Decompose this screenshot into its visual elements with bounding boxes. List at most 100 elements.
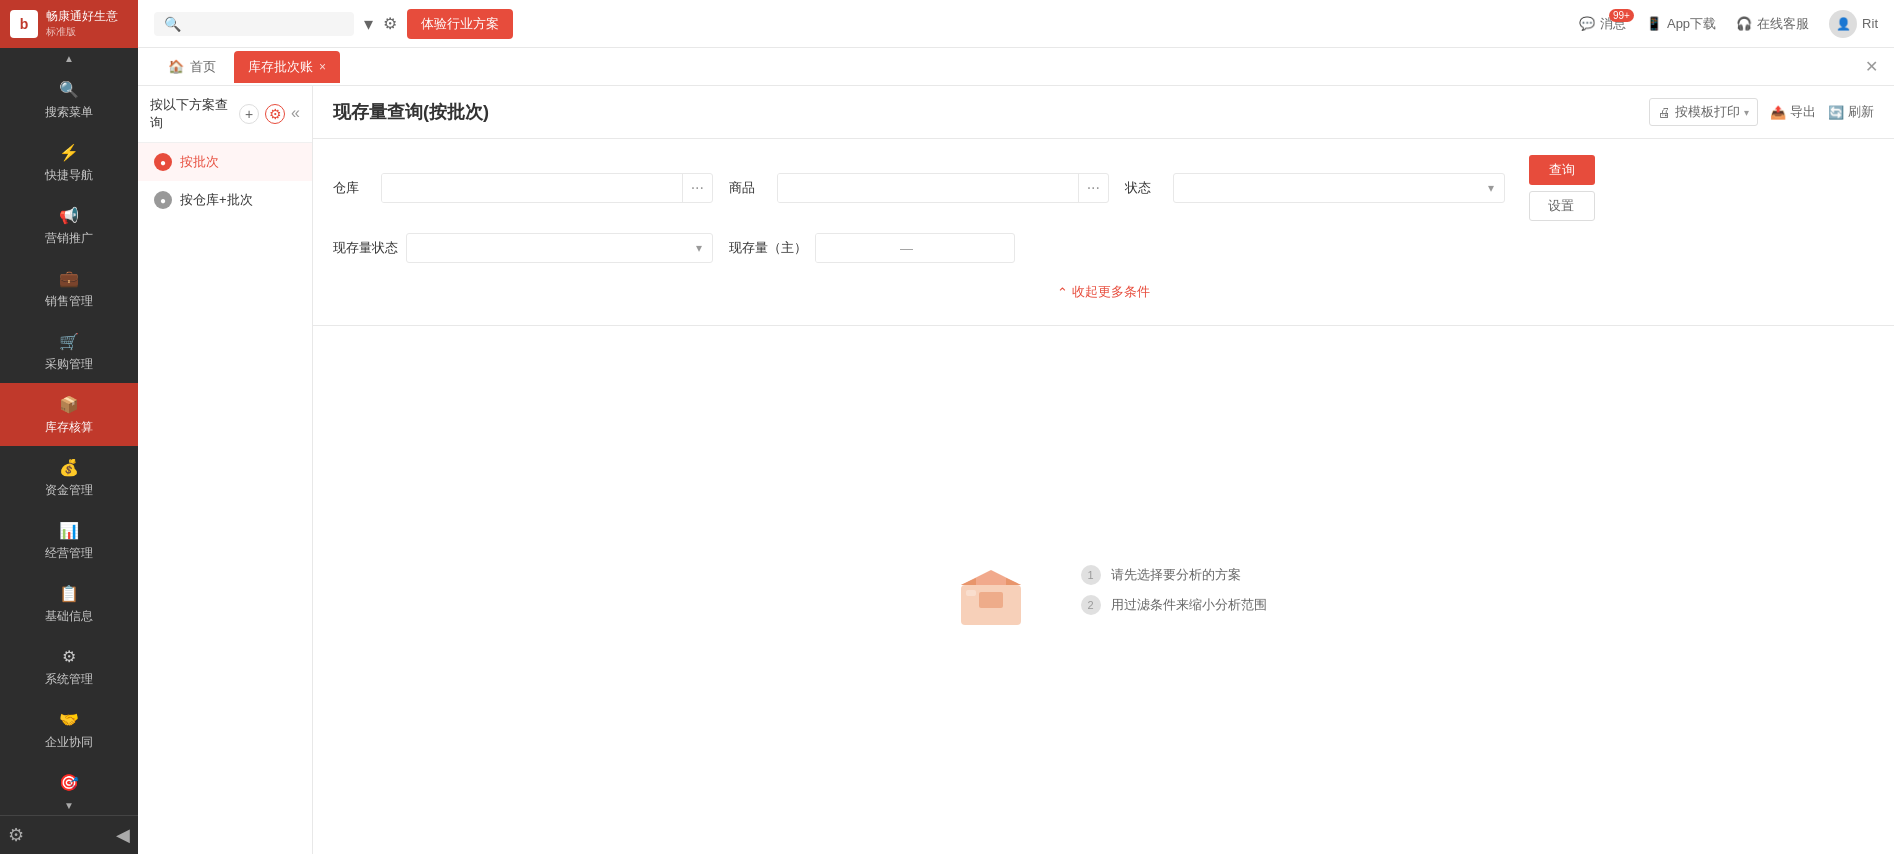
settings-btn[interactable]: 设置 [1529,191,1595,221]
sidebar-item-sales[interactable]: 💼 销售管理 [0,257,138,320]
collapse-filters-btn[interactable]: ⌃ 收起更多条件 [333,275,1874,309]
online-service-btn[interactable]: 🎧 在线客服 [1736,15,1809,33]
svg-rect-5 [966,590,976,596]
right-content: 现存量查询(按批次) 🖨 按模板打印 ▾ 📤 导出 🔄 刷新 [313,86,1894,854]
stock-status-arrow: ▾ [696,241,702,255]
scheme-item-warehouse-batch[interactable]: ● 按仓库+批次 [138,181,312,219]
app-download-btn[interactable]: 📱 App下载 [1646,15,1716,33]
left-panel-actions: + ⚙ « [239,104,300,124]
filter-product-label: 商品 [729,179,769,197]
query-btn[interactable]: 查询 [1529,155,1595,185]
collapse-arrow-icon: ⌃ [1057,285,1068,300]
stock-qty-from[interactable] [816,234,896,262]
product-input-group: ··· [777,173,1109,203]
sidebar-item-search[interactable]: 🔍 搜索菜单 [0,68,138,131]
sidebar-item-sales-label: 销售管理 [45,293,93,310]
user-btn[interactable]: 👤 Rit [1829,10,1878,38]
sidebar-scroll-up[interactable]: ▲ [0,48,138,68]
sidebar-header: b 畅康通好生意 标准版 [0,0,138,48]
sidebar-item-enterprise[interactable]: 🤝 企业协同 [0,698,138,761]
sidebar-item-newuser[interactable]: 🎯 新手引导 [0,761,138,795]
sales-icon: 💼 [58,267,80,289]
print-dropdown-icon[interactable]: ▾ [1744,107,1749,118]
export-btn[interactable]: 📤 导出 [1770,103,1816,121]
tab-inventory-batch[interactable]: 库存批次账 × [234,51,340,83]
product-input[interactable] [778,174,1078,202]
topbar-gear-icon[interactable]: ⚙ [383,14,397,33]
message-badge: 99+ [1609,9,1634,22]
filter-row-1: 仓库 ··· 商品 ··· 状态 [333,155,1874,221]
sidebar: b 畅康通好生意 标准版 ▲ 🔍 搜索菜单 ⚡ 快捷导航 📢 营销推广 💼 销售… [0,0,138,854]
empty-state: 1 请先选择要分析的方案 2 用过滤条件来缩小分析范围 [313,326,1894,854]
sidebar-item-finance-label: 资金管理 [45,482,93,499]
left-panel: 按以下方案查询 + ⚙ « ● 按批次 ● 按仓库+批次 [138,86,313,854]
topbar-search-box[interactable]: 🔍 [154,12,354,36]
basics-icon: 📋 [58,582,80,604]
sidebar-item-operations[interactable]: 📊 经营管理 [0,509,138,572]
stock-qty-to[interactable] [917,234,997,262]
scheme-icon-active: ● [154,153,172,171]
product-dots-btn[interactable]: ··· [1078,174,1108,202]
sidebar-item-system[interactable]: ⚙ 系统管理 [0,635,138,698]
sidebar-item-search-label: 搜索菜单 [45,104,93,121]
sidebar-scroll-down[interactable]: ▼ [0,795,138,815]
tab-home[interactable]: 🏠 首页 [154,51,230,83]
quick-nav-icon: ⚡ [58,141,80,163]
filter-product: 商品 ··· [729,173,1109,203]
svg-rect-4 [979,592,1003,608]
topbar-dropdown-icon[interactable]: ▾ [364,13,373,35]
scheme-item-batch[interactable]: ● 按批次 [138,143,312,181]
empty-step-2: 2 用过滤条件来缩小分析范围 [1081,595,1267,615]
sidebar-app-info: 畅康通好生意 标准版 [46,9,118,39]
topbar-search-input[interactable] [187,17,337,31]
filter-area: 仓库 ··· 商品 ··· 状态 [313,139,1894,326]
sidebar-settings-btn[interactable]: ⚙ [8,824,24,846]
sidebar-logo: b [10,10,38,38]
status-select[interactable]: ▾ [1173,173,1505,203]
topbar: 🔍 ▾ ⚙ 体验行业方案 💬 消息 99+ 📱 App下载 🎧 在线客服 👤 R [138,0,1894,48]
enterprise-icon: 🤝 [58,708,80,730]
filter-status: 状态 ▾ [1125,173,1505,203]
trial-btn[interactable]: 体验行业方案 [407,9,513,39]
inventory-icon: 📦 [58,393,80,415]
sidebar-item-basics[interactable]: 📋 基础信息 [0,572,138,635]
print-icon: 🖨 [1658,105,1671,120]
filter-warehouse: 仓库 ··· [333,173,713,203]
sidebar-item-purchase[interactable]: 🛒 采购管理 [0,320,138,383]
sidebar-collapse-btn[interactable]: ◀ [116,824,130,846]
sidebar-item-finance[interactable]: 💰 资金管理 [0,446,138,509]
sidebar-item-inventory[interactable]: 📦 库存核算 [0,383,138,446]
page-header-actions: 🖨 按模板打印 ▾ 📤 导出 🔄 刷新 [1649,98,1874,126]
refresh-btn[interactable]: 🔄 刷新 [1828,103,1874,121]
filter-warehouse-label: 仓库 [333,179,373,197]
user-label: Rit [1862,16,1878,31]
left-panel-title: 按以下方案查询 [150,96,231,132]
panel-collapse-btn[interactable]: « [291,104,300,124]
sidebar-item-marketing[interactable]: 📢 营销推广 [0,194,138,257]
warehouse-dots-btn[interactable]: ··· [682,174,712,202]
export-icon: 📤 [1770,105,1786,120]
sidebar-item-enterprise-label: 企业协同 [45,734,93,751]
message-icon: 💬 [1579,16,1595,31]
sidebar-nav: 🔍 搜索菜单 ⚡ 快捷导航 📢 营销推广 💼 销售管理 🛒 采购管理 📦 库存核… [0,68,138,795]
sidebar-subtitle: 标准版 [46,25,118,39]
print-btn[interactable]: 🖨 按模板打印 ▾ [1649,98,1758,126]
message-btn[interactable]: 💬 消息 99+ [1579,15,1626,33]
scheme-item-batch-label: 按批次 [180,153,219,171]
scheme-gear-btn[interactable]: ⚙ [265,104,285,124]
purchase-icon: 🛒 [58,330,80,352]
step-num-2: 2 [1081,595,1101,615]
tab-close-btn[interactable]: × [319,60,326,74]
scheme-item-warehouse-batch-label: 按仓库+批次 [180,191,253,209]
warehouse-input[interactable] [382,174,682,202]
sidebar-item-quick-nav[interactable]: ⚡ 快捷导航 [0,131,138,194]
stock-qty-range: — [815,233,1015,263]
left-panel-header: 按以下方案查询 + ⚙ « [138,86,312,143]
stock-status-select[interactable]: ▾ [406,233,713,263]
tabs-close-all-btn[interactable]: ✕ [1865,57,1878,76]
add-scheme-btn[interactable]: + [239,104,259,124]
empty-illustration [941,540,1041,640]
sidebar-item-marketing-label: 营销推广 [45,230,93,247]
home-icon: 🏠 [168,59,184,74]
sidebar-item-inventory-label: 库存核算 [45,419,93,436]
